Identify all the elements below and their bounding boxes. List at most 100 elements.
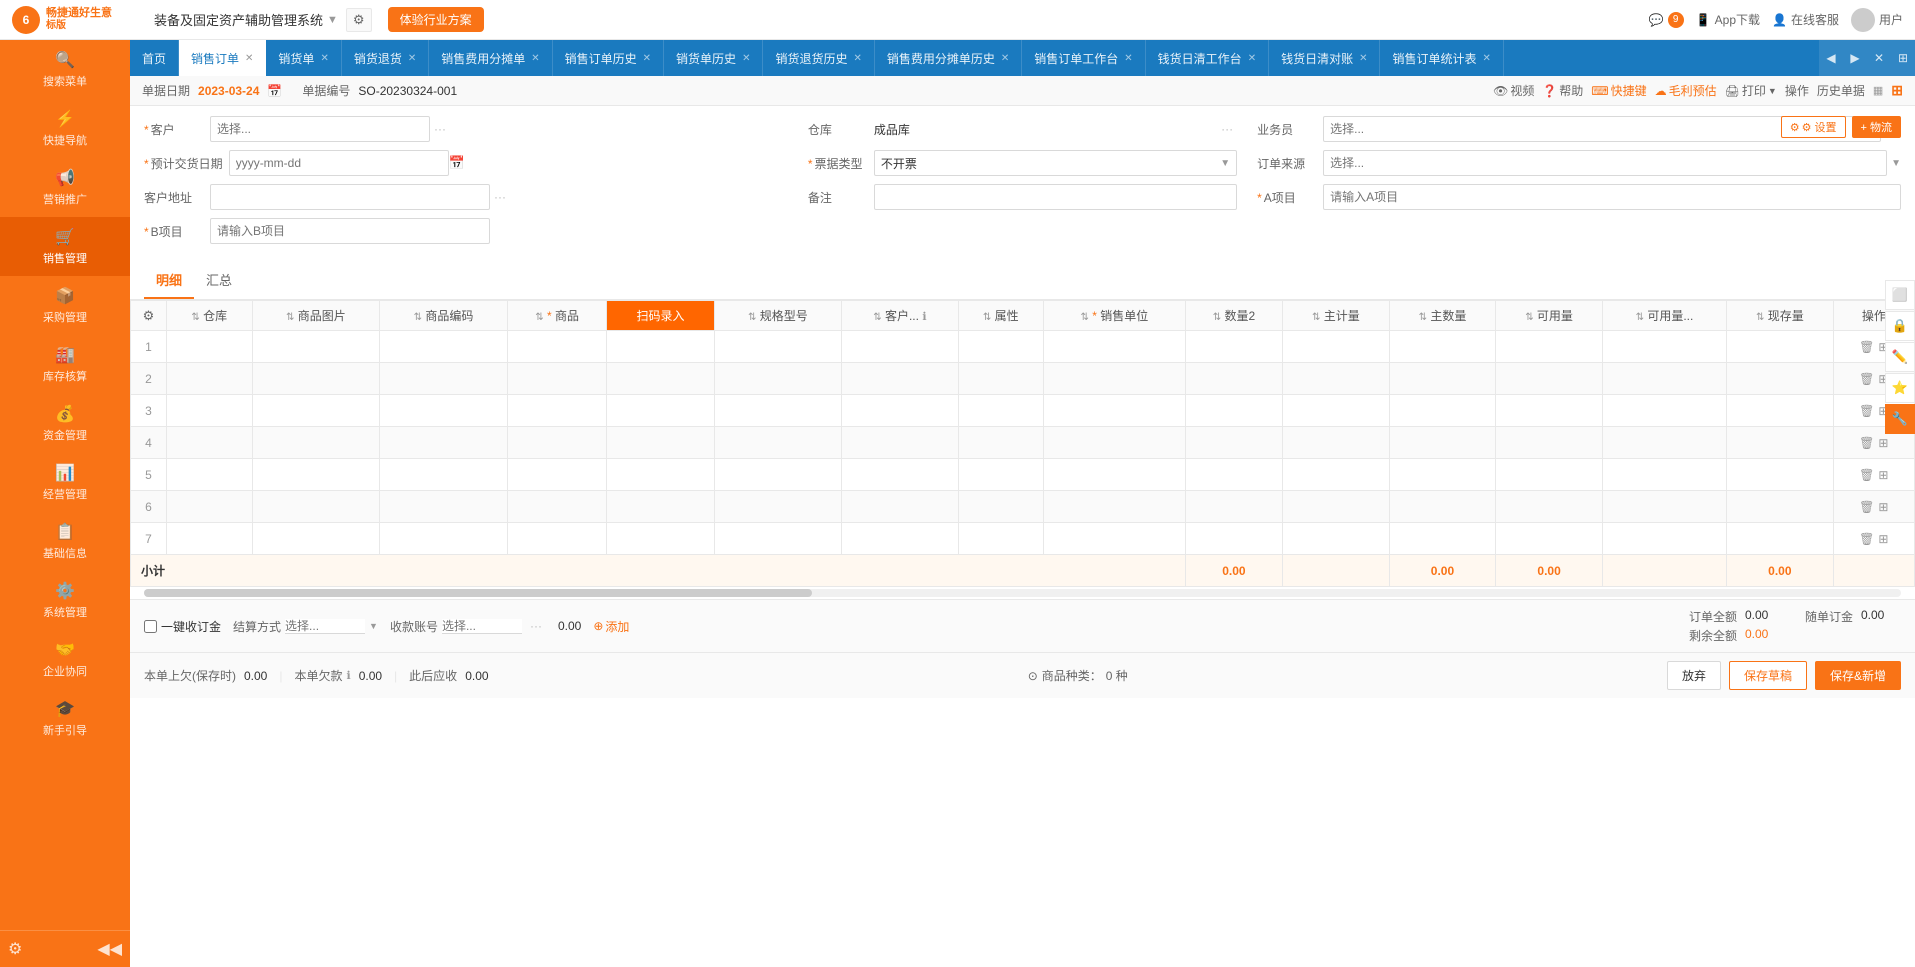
table-data-cell[interactable] (958, 491, 1044, 523)
sidebar-item-search[interactable]: 🔍 搜索菜单 (0, 40, 130, 99)
table-data-cell[interactable] (1185, 331, 1282, 363)
sort-image-icon[interactable]: ⇅ (286, 312, 294, 323)
table-data-cell[interactable] (1389, 523, 1496, 555)
sort-warehouse-icon[interactable]: ⇅ (191, 312, 199, 323)
sidebar-item-guide[interactable]: 🎓 新手引导 (0, 689, 130, 748)
table-data-cell[interactable] (1185, 427, 1282, 459)
view-btn[interactable]: 👁 视频 (1493, 82, 1534, 99)
scrollbar-thumb[interactable] (144, 589, 812, 597)
table-data-cell[interactable] (1727, 363, 1834, 395)
add-goods-btn[interactable]: + 物流 (1852, 116, 1901, 138)
table-data-cell[interactable] (507, 523, 607, 555)
industry-button[interactable]: 体验行业方案 (388, 7, 484, 32)
table-data-cell[interactable] (714, 331, 842, 363)
tab-close-statistics[interactable]: ✕ (1483, 53, 1491, 64)
table-data-cell[interactable] (1283, 459, 1390, 491)
discard-button[interactable]: 放弃 (1667, 661, 1721, 690)
settings-action-btn[interactable]: ⚙ ⚙ 设置 (1781, 116, 1846, 138)
user-menu[interactable]: 用户 (1851, 8, 1903, 32)
sort-main-qty-icon[interactable]: ⇅ (1419, 312, 1427, 323)
table-data-cell[interactable] (1185, 523, 1282, 555)
delivery-input[interactable] (229, 150, 449, 176)
table-data-cell[interactable] (1602, 491, 1726, 523)
table-data-cell[interactable] (252, 427, 380, 459)
table-data-cell[interactable] (842, 491, 958, 523)
table-data-cell[interactable] (1044, 491, 1186, 523)
table-data-cell[interactable] (380, 491, 508, 523)
tab-close-sales-goods[interactable]: ✕ (320, 53, 328, 64)
payment-method-input[interactable] (285, 619, 365, 634)
tab-close-sales-cost[interactable]: ✕ (531, 53, 539, 64)
expand-icon[interactable]: ⊞ (1891, 82, 1903, 99)
tab-return-history[interactable]: 销货退货历史 ✕ (763, 40, 874, 76)
tab-goods-history[interactable]: 销货单历史 ✕ (664, 40, 763, 76)
sort-spec-icon[interactable]: ⇅ (748, 312, 756, 323)
table-data-cell[interactable] (380, 427, 508, 459)
sidebar-item-operations[interactable]: 📊 经营管理 (0, 453, 130, 512)
table-data-cell[interactable] (380, 523, 508, 555)
table-data-cell[interactable] (714, 459, 842, 491)
tab-close-goods-history[interactable]: ✕ (742, 53, 750, 64)
tab-statistics[interactable]: 销售订单统计表 ✕ (1380, 40, 1503, 76)
table-data-cell[interactable] (607, 491, 714, 523)
table-data-cell[interactable] (167, 491, 253, 523)
save-draft-button[interactable]: 保存草稿 (1729, 661, 1807, 690)
table-data-cell[interactable] (607, 459, 714, 491)
sort-code-icon[interactable]: ⇅ (414, 312, 422, 323)
table-data-cell[interactable] (1496, 459, 1603, 491)
account-more-icon[interactable]: ··· (526, 619, 546, 633)
right-panel-icon-1[interactable]: ⬜ (1885, 280, 1915, 310)
row-delete-icon[interactable]: 🗑 (1859, 372, 1874, 386)
table-data-cell[interactable] (1727, 491, 1834, 523)
table-data-cell[interactable] (842, 395, 958, 427)
table-data-cell[interactable] (167, 363, 253, 395)
table-data-cell[interactable] (1727, 395, 1834, 427)
table-data-cell[interactable] (1496, 523, 1603, 555)
tab-home[interactable]: 首页 (130, 40, 179, 76)
row-copy-icon[interactable]: ⊞ (1878, 532, 1888, 546)
sidebar-item-purchase[interactable]: 📦 采购管理 (0, 276, 130, 335)
row-delete-icon[interactable]: 🗑 (1859, 500, 1874, 514)
right-panel-icon-2[interactable]: 🔒 (1885, 311, 1915, 341)
table-data-cell[interactable] (252, 491, 380, 523)
customer-info-icon[interactable]: ℹ (922, 311, 926, 323)
table-data-cell[interactable] (1283, 491, 1390, 523)
table-data-cell[interactable] (167, 395, 253, 427)
tab-sales-order[interactable]: 销售订单 ✕ (179, 40, 266, 76)
nav-prev-btn[interactable]: ◀ (1819, 40, 1843, 76)
invoice-select[interactable]: 不开票 ▼ (874, 150, 1237, 176)
table-data-cell[interactable] (1044, 331, 1186, 363)
table-data-cell[interactable] (1283, 523, 1390, 555)
table-data-cell[interactable] (714, 491, 842, 523)
tab-close-cost-history[interactable]: ✕ (1001, 53, 1009, 64)
row-copy-icon[interactable]: ⊞ (1878, 500, 1888, 514)
table-data-cell[interactable] (1044, 363, 1186, 395)
account-input[interactable] (442, 619, 522, 634)
table-data-cell[interactable] (1602, 363, 1726, 395)
sidebar-item-inventory[interactable]: 🏭 库存核算 (0, 335, 130, 394)
sort-main-unit-icon[interactable]: ⇅ (1312, 312, 1320, 323)
table-data-cell[interactable] (507, 459, 607, 491)
online-service-link[interactable]: 👤 在线客服 (1772, 11, 1839, 28)
row-delete-icon[interactable]: 🗑 (1859, 436, 1874, 450)
help-btn[interactable]: ❓ 帮助 (1542, 82, 1583, 99)
app-download-link[interactable]: 📱 App下载 (1696, 11, 1760, 28)
table-data-cell[interactable] (507, 395, 607, 427)
table-data-cell[interactable] (1283, 331, 1390, 363)
tab-sales-history[interactable]: 销售订单历史 ✕ (553, 40, 664, 76)
table-data-cell[interactable] (1389, 363, 1496, 395)
tab-workbench[interactable]: 销售订单工作台 ✕ (1022, 40, 1145, 76)
horizontal-scrollbar[interactable] (144, 589, 1901, 597)
table-data-cell[interactable] (252, 459, 380, 491)
table-data-cell[interactable] (1496, 427, 1603, 459)
table-data-cell[interactable] (1602, 427, 1726, 459)
table-data-cell[interactable] (1727, 427, 1834, 459)
tab-close-sales-history[interactable]: ✕ (643, 53, 651, 64)
sort-qty2-icon[interactable]: ⇅ (1213, 312, 1221, 323)
table-data-cell[interactable] (958, 523, 1044, 555)
table-data-cell[interactable] (1044, 427, 1186, 459)
table-data-cell[interactable] (1389, 459, 1496, 491)
layout-icon[interactable]: ▦ (1873, 84, 1883, 97)
dropdown-icon[interactable]: ▼ (327, 14, 338, 26)
table-data-cell[interactable] (1727, 523, 1834, 555)
